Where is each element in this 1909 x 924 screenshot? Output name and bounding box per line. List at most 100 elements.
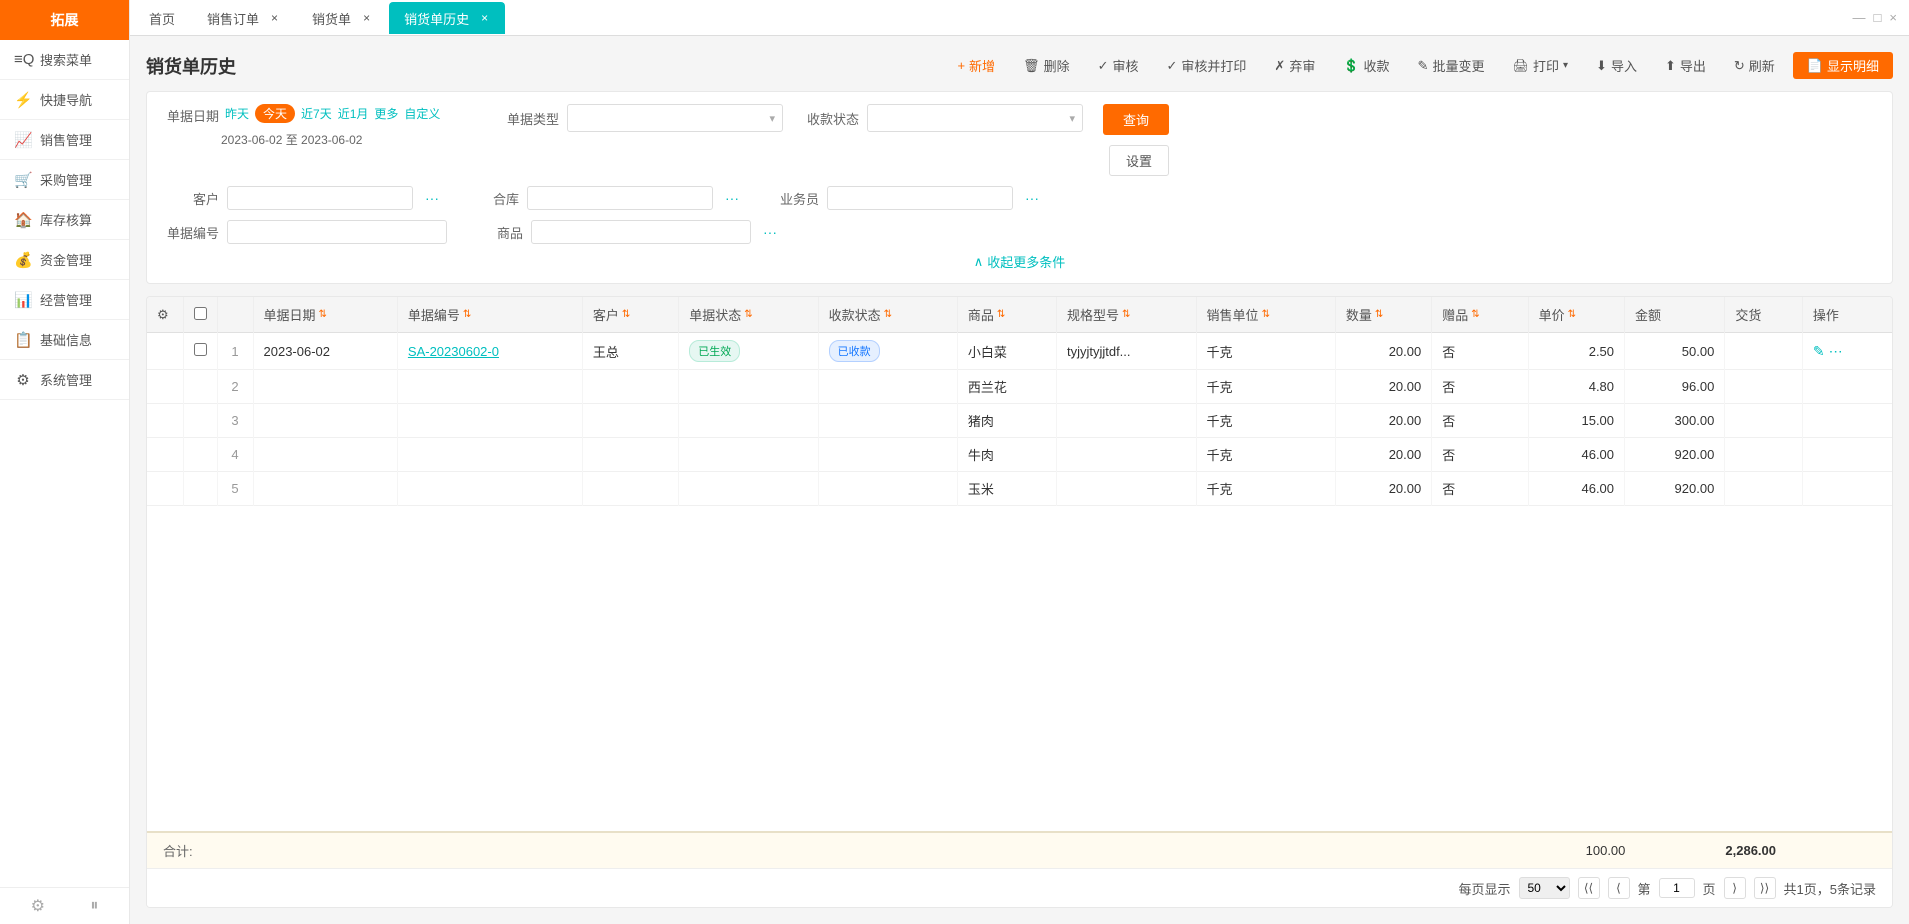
more-action-btn[interactable]: ⋯ bbox=[1829, 343, 1843, 359]
row-checkbox-col[interactable] bbox=[183, 438, 217, 472]
doc-no-input[interactable] bbox=[227, 220, 447, 244]
customer-dots-button[interactable]: ··· bbox=[421, 190, 443, 206]
th-spec[interactable]: 规格型号 ⇅ bbox=[1056, 297, 1196, 333]
window-close-icon[interactable]: × bbox=[1889, 10, 1897, 25]
row-checkbox-col[interactable] bbox=[183, 333, 217, 370]
th-price[interactable]: 单价 ⇅ bbox=[1528, 297, 1624, 333]
tab-close-sales-order[interactable]: × bbox=[269, 11, 280, 25]
row-doc-no[interactable] bbox=[397, 370, 582, 404]
row-checkbox-col[interactable] bbox=[183, 472, 217, 506]
footer-label: 合计: bbox=[163, 841, 193, 860]
th-customer[interactable]: 客户 ⇅ bbox=[582, 297, 678, 333]
salesperson-dots-button[interactable]: ··· bbox=[1021, 190, 1043, 206]
sidebar-item-sales-mgmt[interactable]: 📈 销售管理 bbox=[0, 120, 129, 160]
th-gear[interactable]: ⚙ bbox=[147, 297, 183, 333]
sidebar-item-ops-mgmt[interactable]: 📊 经营管理 bbox=[0, 280, 129, 320]
th-goods[interactable]: 商品 ⇅ bbox=[957, 297, 1056, 333]
payment-status-label: 收款状态 bbox=[803, 109, 859, 128]
tab-sales-history[interactable]: 销货单历史 × bbox=[389, 2, 505, 34]
row-doc-date bbox=[253, 404, 397, 438]
batch-change-icon: ✎ bbox=[1418, 58, 1429, 74]
th-doc-no[interactable]: 单据编号 ⇅ bbox=[397, 297, 582, 333]
salesperson-input[interactable] bbox=[827, 186, 1013, 210]
shortcut-custom[interactable]: 自定义 bbox=[404, 105, 440, 122]
filter-settings-button[interactable]: 设置 bbox=[1109, 145, 1169, 176]
prev-page-button[interactable]: ⟨ bbox=[1608, 877, 1630, 899]
tab-close-sales-goods[interactable]: × bbox=[361, 11, 372, 25]
sidebar-item-sys-mgmt[interactable]: ⚙ 系统管理 bbox=[0, 360, 129, 400]
tab-home[interactable]: 首页 bbox=[134, 2, 190, 34]
row-checkbox-col[interactable] bbox=[183, 370, 217, 404]
th-doc-status[interactable]: 单据状态 ⇅ bbox=[679, 297, 818, 333]
lightning-icon: ⚡ bbox=[14, 91, 32, 109]
goods-input[interactable] bbox=[531, 220, 751, 244]
audit-print-button[interactable]: ✓ 审核并打印 bbox=[1157, 52, 1257, 79]
show-detail-button[interactable]: 📄 显示明细 bbox=[1793, 52, 1893, 79]
tab-bar: 首页 销售订单 × 销货单 × 销货单历史 × — □ × bbox=[130, 0, 1909, 36]
th-doc-date[interactable]: 单据日期 ⇅ bbox=[253, 297, 397, 333]
tab-close-sales-history[interactable]: × bbox=[479, 11, 490, 25]
new-button[interactable]: + 新增 bbox=[947, 52, 1005, 79]
tab-sales-order[interactable]: 销售订单 × bbox=[192, 2, 295, 34]
sidebar-item-finance-mgmt[interactable]: 💰 资金管理 bbox=[0, 240, 129, 280]
settings-icon[interactable]: ⚙ bbox=[31, 896, 45, 916]
tab-sales-goods[interactable]: 销货单 × bbox=[297, 2, 387, 34]
print-button[interactable]: 🖨 打印 ▾ bbox=[1502, 52, 1578, 79]
collapse-icon[interactable]: ⏸ bbox=[90, 897, 98, 915]
warehouse-input[interactable] bbox=[527, 186, 713, 210]
window-maximize-icon[interactable]: □ bbox=[1874, 10, 1882, 25]
th-unit[interactable]: 销售单位 ⇅ bbox=[1196, 297, 1335, 333]
window-minimize-icon[interactable]: — bbox=[1853, 10, 1866, 25]
refresh-button[interactable]: ↻ 刷新 bbox=[1724, 52, 1785, 79]
th-pay-status[interactable]: 收款状态 ⇅ bbox=[818, 297, 957, 333]
table-body: 1 2023-06-02 SA-20230602-0 王总 已生效 已收款 小白… bbox=[147, 333, 1892, 506]
doc-type-select[interactable] bbox=[567, 104, 783, 132]
shortcut-1month[interactable]: 近1月 bbox=[338, 105, 369, 122]
shortcut-more[interactable]: 更多 bbox=[374, 105, 398, 122]
shortcut-7days[interactable]: 近7天 bbox=[301, 105, 332, 122]
query-button[interactable]: 查询 bbox=[1103, 104, 1169, 135]
shortcut-today[interactable]: 今天 bbox=[255, 104, 295, 123]
row-goods: 牛肉 bbox=[957, 438, 1056, 472]
warehouse-dots-button[interactable]: ··· bbox=[721, 190, 743, 206]
row-doc-no[interactable] bbox=[397, 438, 582, 472]
import-button[interactable]: ⬇ 导入 bbox=[1586, 52, 1647, 79]
row-checkbox[interactable] bbox=[194, 343, 207, 356]
collapse-button[interactable]: ∧ 收起更多条件 bbox=[163, 252, 1876, 271]
abandon-button[interactable]: ✗ 弃审 bbox=[1264, 52, 1325, 79]
row-doc-no[interactable] bbox=[397, 404, 582, 438]
row-doc-no[interactable]: SA-20230602-0 bbox=[397, 333, 582, 370]
export-button[interactable]: ⬆ 导出 bbox=[1655, 52, 1716, 79]
sidebar-item-purchase-mgmt[interactable]: 🛒 采购管理 bbox=[0, 160, 129, 200]
payment-status-select[interactable] bbox=[867, 104, 1083, 132]
row-actions bbox=[1802, 438, 1892, 472]
customer-input[interactable] bbox=[227, 186, 413, 210]
row-doc-no[interactable] bbox=[397, 472, 582, 506]
last-page-button[interactable]: ⟩⟩ bbox=[1754, 877, 1776, 899]
sidebar-item-basic-info[interactable]: 📋 基础信息 bbox=[0, 320, 129, 360]
page-size-select[interactable]: 20 50 100 bbox=[1519, 877, 1570, 899]
pagination: 每页显示 20 50 100 ⟨⟨ ⟨ 第 页 ⟩ ⟩⟩ 共1页，5条记录 bbox=[147, 868, 1892, 907]
goods-dots-button[interactable]: ··· bbox=[759, 224, 781, 240]
th-gift[interactable]: 赠品 ⇅ bbox=[1432, 297, 1528, 333]
next-page-button[interactable]: ⟩ bbox=[1724, 877, 1746, 899]
th-qty[interactable]: 数量 ⇅ bbox=[1335, 297, 1431, 333]
first-page-button[interactable]: ⟨⟨ bbox=[1578, 877, 1600, 899]
row-checkbox-col[interactable] bbox=[183, 404, 217, 438]
page-input[interactable] bbox=[1659, 878, 1695, 898]
sidebar-item-search-menu[interactable]: ≡Q 搜索菜单 bbox=[0, 40, 129, 80]
delete-button[interactable]: 🗑 删除 bbox=[1013, 52, 1080, 79]
audit-button[interactable]: ✓ 审核 bbox=[1088, 52, 1149, 79]
select-all-checkbox[interactable] bbox=[194, 307, 207, 320]
print-arrow-icon: ▾ bbox=[1563, 60, 1568, 71]
sidebar-item-quick-nav[interactable]: ⚡ 快捷导航 bbox=[0, 80, 129, 120]
batch-change-button[interactable]: ✎ 批量变更 bbox=[1408, 52, 1495, 79]
shortcut-yesterday[interactable]: 昨天 bbox=[225, 105, 249, 122]
collect-button[interactable]: 💲 收款 bbox=[1333, 52, 1399, 79]
doc-no-link[interactable]: SA-20230602-0 bbox=[408, 344, 499, 359]
row-customer bbox=[582, 438, 678, 472]
sidebar-item-inventory[interactable]: 🏠 库存核算 bbox=[0, 200, 129, 240]
row-price: 46.00 bbox=[1528, 472, 1624, 506]
edit-action-btn[interactable]: ✎ bbox=[1813, 343, 1825, 359]
row-gift: 否 bbox=[1432, 472, 1528, 506]
